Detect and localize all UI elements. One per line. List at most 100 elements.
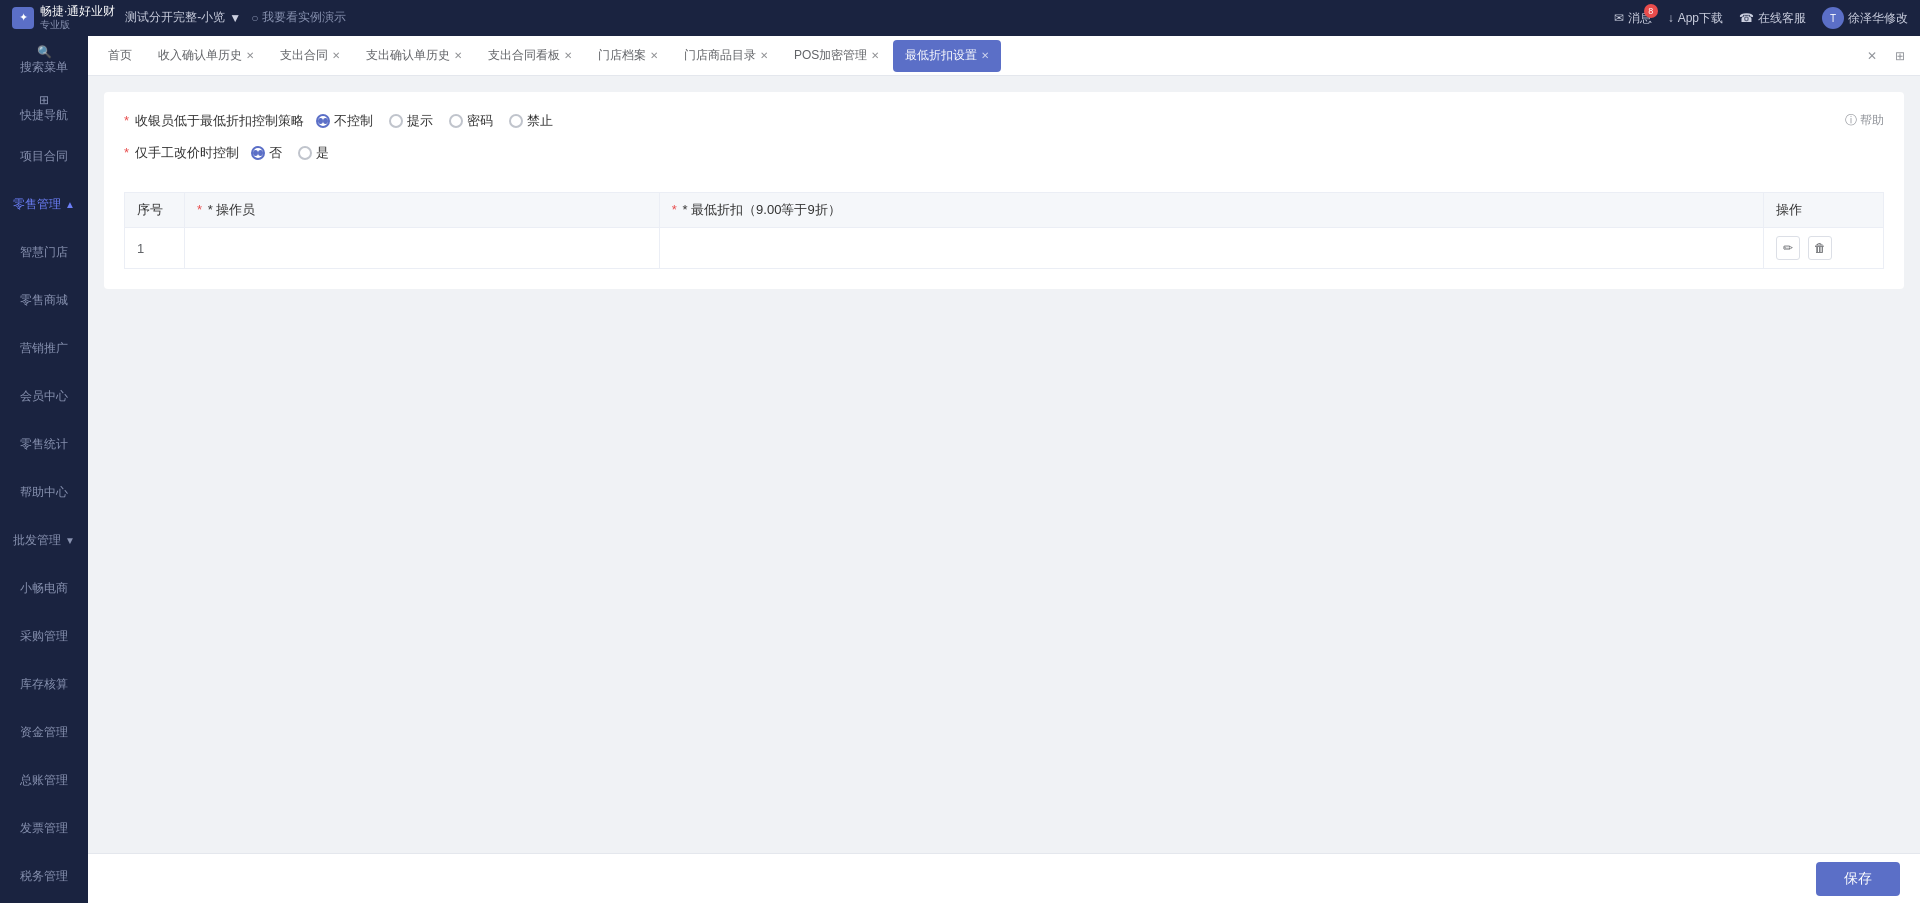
close-icon[interactable]: ✕: [760, 50, 768, 61]
sidebar-item-retail[interactable]: 零售管理 ▲: [0, 180, 88, 228]
sidebar-item-member[interactable]: 会员中心: [0, 372, 88, 420]
sidebar-item-retail-mall[interactable]: 零售商城: [0, 276, 88, 324]
close-icon[interactable]: ✕: [564, 50, 572, 61]
tab-pos-encrypt[interactable]: POS加密管理 ✕: [782, 40, 891, 72]
table-row: 1 ✏ 🗑: [125, 228, 1884, 269]
cell-operator: [185, 228, 660, 269]
close-icon[interactable]: ✕: [871, 50, 879, 61]
radio-circle: [298, 146, 312, 160]
close-icon[interactable]: ✕: [454, 50, 462, 61]
sidebar: 🔍 搜索菜单 ⊞ 快捷导航 项目合同 零售管理 ▲ 智慧门店 零售商城 营销推广…: [0, 36, 88, 903]
edit-row-button[interactable]: ✏: [1776, 236, 1800, 260]
manual-price-radio-group: 否 是: [251, 144, 329, 162]
search-icon: 🔍: [37, 45, 52, 59]
radio-circle: [449, 114, 463, 128]
arrow-icon: ▲: [65, 199, 75, 210]
form-row-discount-strategy: * 收银员低于最低折扣控制策略 不控制 提示: [124, 112, 553, 130]
radio-password[interactable]: 密码: [449, 112, 493, 130]
radio-no[interactable]: 否: [251, 144, 282, 162]
col-header-seq: 序号: [125, 193, 185, 228]
sidebar-item-marketing[interactable]: 营销推广: [0, 324, 88, 372]
cell-seq: 1: [125, 228, 185, 269]
sidebar-item-finance[interactable]: 资金管理: [0, 708, 88, 756]
radio-circle: [509, 114, 523, 128]
sidebar-item-help[interactable]: 帮助中心: [0, 468, 88, 516]
header-right: ✉ 消息 8 ↓ App下载 ☎ 在线客服 T 徐泽华修改: [1614, 7, 1908, 29]
form-section: * 收银员低于最低折扣控制策略 不控制 提示: [124, 112, 553, 176]
sidebar-item-ecommerce[interactable]: 小畅电商: [0, 564, 88, 612]
main-layout: 🔍 搜索菜单 ⊞ 快捷导航 项目合同 零售管理 ▲ 智慧门店 零售商城 营销推广…: [0, 36, 1920, 903]
sidebar-item-inventory[interactable]: 库存核算: [0, 660, 88, 708]
tab-store-file[interactable]: 门店档案 ✕: [586, 40, 670, 72]
content-panel: * 收银员低于最低折扣控制策略 不控制 提示: [104, 92, 1904, 289]
tab-home[interactable]: 首页: [96, 40, 144, 72]
discount-strategy-radio-group: 不控制 提示 密码: [316, 112, 553, 130]
required-indicator: *: [124, 145, 129, 160]
tab-min-discount[interactable]: 最低折扣设置 ✕: [893, 40, 1001, 72]
sidebar-item-tax[interactable]: 税务管理: [0, 852, 88, 900]
radio-no-control[interactable]: 不控制: [316, 112, 373, 130]
tab-expenditure-board[interactable]: 支出合同看板 ✕: [476, 40, 584, 72]
page-content: * 收银员低于最低折扣控制策略 不控制 提示: [88, 76, 1920, 853]
chevron-down-icon: ▼: [229, 11, 241, 25]
close-icon[interactable]: ✕: [246, 50, 254, 61]
col-header-min-discount: * * 最低折扣（9.00等于9折）: [659, 193, 1763, 228]
sidebar-item-ledger[interactable]: 总账管理: [0, 756, 88, 804]
tab-income-history[interactable]: 收入确认单历史 ✕: [146, 40, 266, 72]
discount-table: 序号 * * 操作员 * * 最低折扣（9.00等于9折） 操作: [124, 192, 1884, 269]
online-service-action[interactable]: ☎ 在线客服: [1739, 10, 1806, 27]
logo-icon: ✦: [12, 7, 34, 29]
delete-row-button[interactable]: 🗑: [1808, 236, 1832, 260]
header-left: ✦ 畅捷·通好业财 专业版 测试分开完整-小览 ▼ ○ 我要看实例演示: [12, 4, 346, 32]
tab-expenditure-history[interactable]: 支出确认单历史 ✕: [354, 40, 474, 72]
sidebar-item-search[interactable]: 🔍 搜索菜单: [0, 36, 88, 84]
sidebar-item-quicknav[interactable]: ⊞ 快捷导航: [0, 84, 88, 132]
logo-area: ✦ 畅捷·通好业财 专业版: [12, 4, 115, 32]
close-icon[interactable]: ✕: [332, 50, 340, 61]
expand-tabs-button[interactable]: ⊞: [1888, 44, 1912, 68]
sidebar-item-retail-stats[interactable]: 零售统计: [0, 420, 88, 468]
message-action[interactable]: ✉ 消息 8: [1614, 10, 1652, 27]
cell-actions: ✏ 🗑: [1764, 228, 1884, 269]
tab-expenditure-contract[interactable]: 支出合同 ✕: [268, 40, 352, 72]
required-indicator: *: [124, 113, 129, 128]
sidebar-item-contract[interactable]: 项目合同: [0, 132, 88, 180]
help-button[interactable]: ⓘ 帮助: [1845, 112, 1884, 129]
message-icon: ✉: [1614, 11, 1624, 25]
demo-link[interactable]: ○ 我要看实例演示: [251, 9, 346, 26]
radio-circle: [389, 114, 403, 128]
sidebar-item-smart-store[interactable]: 智慧门店: [0, 228, 88, 276]
arrow-down-icon: ▼: [65, 535, 75, 546]
user-action[interactable]: T 徐泽华修改: [1822, 7, 1908, 29]
project-selector[interactable]: 测试分开完整-小览 ▼: [125, 9, 241, 26]
close-all-tabs-button[interactable]: ✕: [1860, 44, 1884, 68]
help-icon: ⓘ: [1845, 112, 1857, 129]
col-header-operator: * * 操作员: [185, 193, 660, 228]
circle-icon: ○: [251, 11, 258, 25]
download-icon: ↓: [1668, 11, 1674, 25]
content-area: 首页 收入确认单历史 ✕ 支出合同 ✕ 支出确认单历史 ✕ 支出合同看板 ✕ 门…: [88, 36, 1920, 903]
close-icon[interactable]: ✕: [981, 50, 989, 61]
form-row-manual-price: * 仅手工改价时控制 否 是: [124, 144, 553, 162]
radio-yes[interactable]: 是: [298, 144, 329, 162]
cell-min-discount: [659, 228, 1763, 269]
save-button[interactable]: 保存: [1816, 862, 1900, 896]
radio-prompt[interactable]: 提示: [389, 112, 433, 130]
close-icon[interactable]: ✕: [650, 50, 658, 61]
tab-store-catalog[interactable]: 门店商品目录 ✕: [672, 40, 780, 72]
app-download-action[interactable]: ↓ App下载: [1668, 10, 1723, 27]
sidebar-item-invoice[interactable]: 发票管理: [0, 804, 88, 852]
logo-text: 畅捷·通好业财 专业版: [40, 4, 115, 32]
tab-bar-end: ✕ ⊞: [1860, 44, 1912, 68]
avatar: T: [1822, 7, 1844, 29]
table-container: 序号 * * 操作员 * * 最低折扣（9.00等于9折） 操作: [124, 192, 1884, 269]
sidebar-item-purchase[interactable]: 采购管理: [0, 612, 88, 660]
nav-icon: ⊞: [39, 93, 49, 107]
radio-forbid[interactable]: 禁止: [509, 112, 553, 130]
message-badge: 8: [1644, 4, 1658, 18]
top-header: ✦ 畅捷·通好业财 专业版 测试分开完整-小览 ▼ ○ 我要看实例演示 ✉ 消息…: [0, 0, 1920, 36]
table-header-row: 序号 * * 操作员 * * 最低折扣（9.00等于9折） 操作: [125, 193, 1884, 228]
radio-circle: [251, 146, 265, 160]
radio-circle: [316, 114, 330, 128]
sidebar-item-wholesale[interactable]: 批发管理 ▼: [0, 516, 88, 564]
